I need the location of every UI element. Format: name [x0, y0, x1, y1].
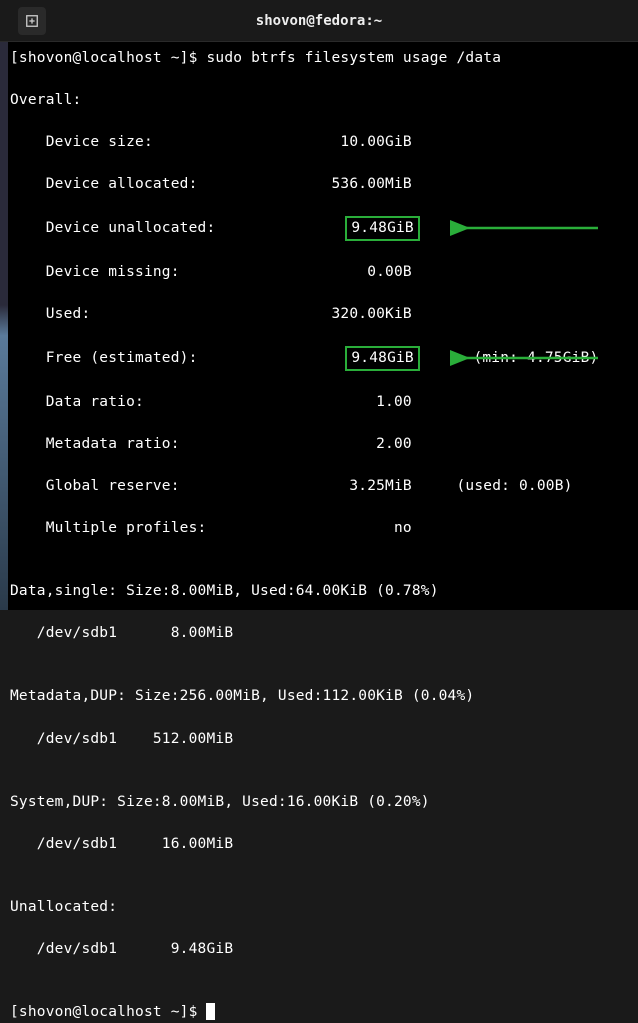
section-header: Metadata,DUP: Size:256.00MiB, Used:112.0…	[10, 686, 630, 707]
new-tab-button[interactable]	[18, 7, 46, 35]
section-device-line: /dev/sdb1 512.00MiB	[10, 729, 630, 750]
overall-row: Multiple profiles: no	[10, 518, 630, 539]
window-titlebar: shovon@fedora:~	[0, 0, 638, 42]
highlighted-value: 9.48GiB	[345, 216, 420, 241]
overall-header: Overall:	[10, 90, 630, 111]
overall-row: Global reserve: 3.25MiB (used: 0.00B)	[10, 476, 630, 497]
window-title: shovon@fedora:~	[256, 13, 382, 29]
overall-row: Used: 320.00KiB	[10, 304, 630, 325]
section-device-line: /dev/sdb1 8.00MiB	[10, 623, 630, 644]
overall-row: Metadata ratio: 2.00	[10, 434, 630, 455]
section-header: System,DUP: Size:8.00MiB, Used:16.00KiB …	[10, 792, 630, 813]
section-header: Data,single: Size:8.00MiB, Used:64.00KiB…	[10, 581, 630, 602]
terminal-cursor	[206, 1003, 215, 1020]
overall-row: Data ratio: 1.00	[10, 392, 630, 413]
overall-row: Device allocated: 536.00MiB	[10, 174, 630, 195]
new-tab-icon	[25, 14, 39, 28]
overall-row: Device unallocated: 9.48GiB	[10, 216, 630, 241]
overall-row: Device missing: 0.00B	[10, 262, 630, 283]
highlighted-value: 9.48GiB	[345, 346, 420, 371]
terminal-content[interactable]: [shovon@localhost ~]$ sudo btrfs filesys…	[0, 42, 638, 610]
overall-row: Free (estimated): 9.48GiB (min: 4.75GiB)	[10, 346, 630, 371]
prompt-line: [shovon@localhost ~]$	[10, 1002, 630, 1023]
section-header: Unallocated:	[10, 897, 630, 918]
overall-row: Device size: 10.00GiB	[10, 132, 630, 153]
annotation-arrow	[450, 220, 600, 236]
prompt-line: [shovon@localhost ~]$ sudo btrfs filesys…	[10, 48, 630, 69]
section-device-line: /dev/sdb1 9.48GiB	[10, 939, 630, 960]
annotation-arrow	[450, 350, 600, 366]
section-device-line: /dev/sdb1 16.00MiB	[10, 834, 630, 855]
desktop-edge	[0, 0, 8, 610]
